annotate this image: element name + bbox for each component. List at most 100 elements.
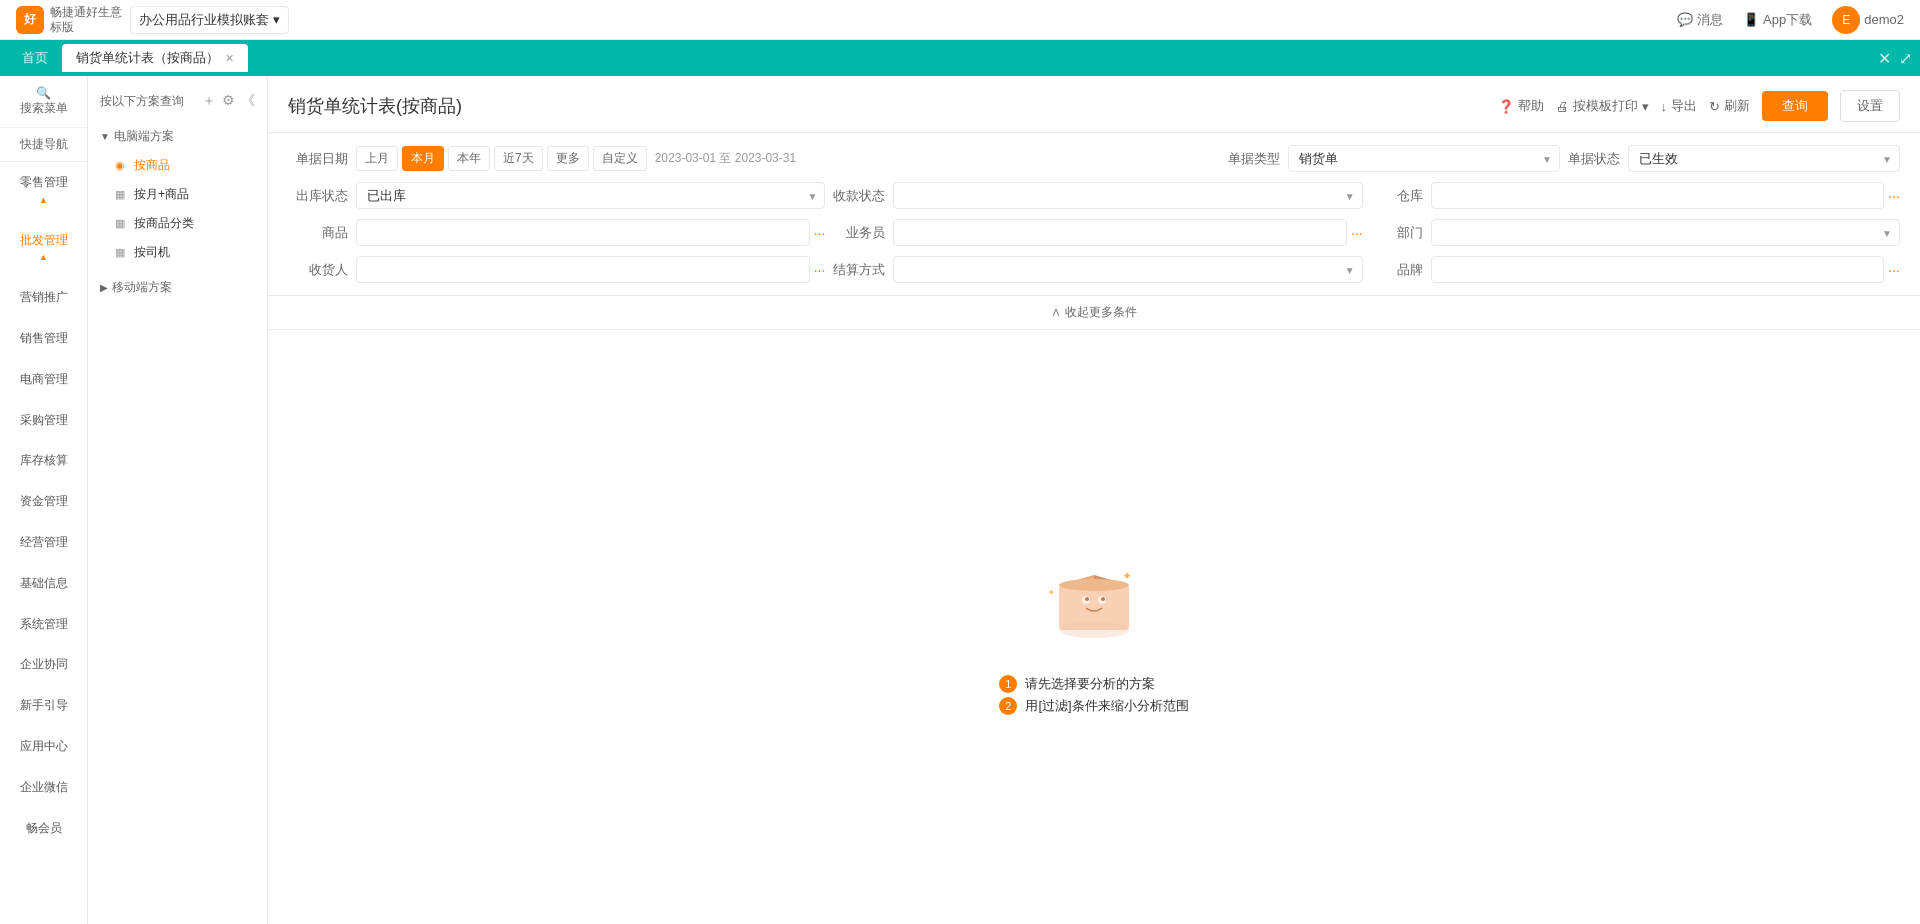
sidebar-item-wechat[interactable]: 企业微信	[0, 767, 87, 808]
panel-item-by-category[interactable]: ▦ 按商品分类	[88, 209, 267, 238]
settlement-select[interactable]	[893, 256, 1362, 283]
filter-row-2: 出库状态 已出库 收款状态 仓库	[288, 182, 1900, 209]
date-btn-last-month[interactable]: 上月	[356, 146, 398, 171]
filter-doc-type: 单据类型 销货单	[1220, 145, 1560, 172]
settings-scheme-button[interactable]: ⚙	[222, 92, 235, 110]
date-btn-more[interactable]: 更多	[547, 146, 589, 171]
print-arrow-icon: ▾	[1642, 99, 1649, 114]
export-icon: ↓	[1661, 99, 1668, 114]
sidebar-item-basic[interactable]: 基础信息	[0, 563, 87, 604]
filter-brand: 品牌 ···	[1363, 256, 1900, 283]
sidebar-item-finance[interactable]: 资金管理	[0, 481, 87, 522]
filter-out-status: 出库状态 已出库	[288, 182, 825, 209]
left-panel: 按以下方案查询 ＋ ⚙ 《 ▼ 电脑端方案 ◉ 按商品 ▦ 按月+商品 ▦ 按	[88, 76, 268, 924]
refresh-button[interactable]: ↻ 刷新	[1709, 97, 1750, 115]
sidebar-item-member[interactable]: 畅会员	[0, 808, 87, 849]
doc-type-select[interactable]: 销货单	[1288, 145, 1560, 172]
filter-payment-status: 收款状态	[825, 182, 1362, 209]
svg-text:✦: ✦	[1122, 569, 1132, 583]
empty-step-2-text: 用[过滤]条件来缩小分析范围	[1025, 697, 1188, 715]
panel-item-by-driver[interactable]: ▦ 按司机	[88, 238, 267, 267]
filter-row-3: 商品 ··· 业务员 ··· 部门	[288, 219, 1900, 246]
doc-type-wrapper: 销货单	[1288, 145, 1560, 172]
collapse-panel-button[interactable]: 《	[241, 92, 255, 110]
panel-item-by-goods[interactable]: ◉ 按商品	[88, 151, 267, 180]
sidebar-item-newuser[interactable]: 新手引导	[0, 685, 87, 726]
sidebar-item-retail[interactable]: 零售管理 ▲	[0, 162, 87, 220]
salesman-input[interactable]	[893, 219, 1347, 246]
settlement-wrapper	[893, 256, 1362, 283]
filter-goods: 商品 ···	[288, 219, 825, 246]
step-1-number: 1	[999, 675, 1017, 693]
brand-more-icon[interactable]: ···	[1888, 262, 1900, 278]
sidebar-item-system[interactable]: 系统管理	[0, 604, 87, 645]
goods-input[interactable]	[356, 219, 810, 246]
panel-item-by-month-goods[interactable]: ▦ 按月+商品	[88, 180, 267, 209]
search-icon: 🔍	[8, 86, 79, 100]
expand-icon[interactable]: ⤢	[1899, 49, 1912, 68]
chevron-down-icon: ▼	[100, 131, 110, 142]
sidebar-quick-nav[interactable]: 快捷导航	[0, 128, 87, 162]
top-bar-right: 💬 消息 📱 App下载 E demo2	[1677, 6, 1904, 34]
svg-rect-1	[1059, 585, 1129, 630]
salesman-more-icon[interactable]: ···	[1351, 225, 1363, 241]
date-btn-this-month[interactable]: 本月	[402, 146, 444, 171]
setting-button[interactable]: 设置	[1840, 90, 1900, 122]
recipient-input[interactable]	[356, 256, 810, 283]
date-btn-7days[interactable]: 近7天	[494, 146, 543, 171]
chevron-right-icon: ▶	[100, 282, 108, 293]
sidebar-item-sales[interactable]: 销售管理	[0, 318, 87, 359]
page-title: 销货单统计表(按商品)	[288, 94, 462, 118]
tab-sales-stat[interactable]: 销货单统计表（按商品） ✕	[62, 44, 248, 72]
goods-more-icon[interactable]: ···	[814, 225, 826, 241]
panel-section-desktop-title[interactable]: ▼ 电脑端方案	[88, 122, 267, 151]
sidebar-item-wholesale[interactable]: 批发管理 ▲	[0, 220, 87, 278]
refresh-icon: ↻	[1709, 99, 1720, 114]
panel-section-mobile: ▶ 移动端方案	[88, 273, 267, 302]
query-button[interactable]: 查询	[1762, 91, 1828, 121]
out-status-select[interactable]: 已出库	[356, 182, 825, 209]
panel-section-desktop: ▼ 电脑端方案 ◉ 按商品 ▦ 按月+商品 ▦ 按商品分类 ▦ 按司机	[88, 122, 267, 267]
table-icon: ▦	[112, 245, 128, 261]
user-menu[interactable]: E demo2	[1832, 6, 1904, 34]
sidebar-search[interactable]: 🔍 搜索菜单	[0, 76, 87, 128]
logo[interactable]: 好 畅捷通好生意 标版	[16, 5, 122, 34]
filter-area: 单据日期 上月 本月 本年 近7天 更多 自定义 2023-03-01 至 20…	[268, 133, 1920, 296]
tab-home[interactable]: 首页	[8, 44, 62, 72]
filter-salesman: 业务员 ···	[825, 219, 1362, 246]
workspace-selector[interactable]: 办公用品行业模拟账套 ▾	[130, 6, 289, 34]
sidebar-item-management[interactable]: 经营管理	[0, 522, 87, 563]
filter-row-4: 收货人 ··· 结算方式 品牌 ···	[288, 256, 1900, 283]
sidebar-item-ecommerce[interactable]: 电商管理	[0, 359, 87, 400]
sidebar-item-purchase[interactable]: 采购管理	[0, 400, 87, 441]
close-window-icon[interactable]: ✕	[1878, 49, 1891, 68]
empty-step-1: 1 请先选择要分析的方案	[999, 675, 1188, 693]
export-button[interactable]: ↓ 导出	[1661, 97, 1698, 115]
payment-status-select[interactable]	[893, 182, 1362, 209]
panel-section-mobile-title[interactable]: ▶ 移动端方案	[88, 273, 267, 302]
sidebar-item-inventory[interactable]: 库存核算	[0, 440, 87, 481]
doc-status-select[interactable]: 已生效	[1628, 145, 1900, 172]
warehouse-more-icon[interactable]: ···	[1888, 188, 1900, 204]
filter-doc-status: 单据状态 已生效	[1560, 145, 1900, 172]
sidebar-item-appcenter[interactable]: 应用中心	[0, 726, 87, 767]
brand-input[interactable]	[1431, 256, 1885, 283]
doc-status-wrapper: 已生效	[1628, 145, 1900, 172]
message-button[interactable]: 💬 消息	[1677, 11, 1723, 29]
collapse-bar[interactable]: ∧ 收起更多条件	[268, 296, 1920, 330]
app-download-button[interactable]: 📱 App下载	[1743, 11, 1812, 29]
tab-bar-actions: ✕ ⤢	[1878, 49, 1912, 68]
department-select[interactable]	[1431, 219, 1900, 246]
tab-close-icon[interactable]: ✕	[225, 52, 234, 65]
chevron-down-icon: ▾	[273, 12, 280, 27]
print-button[interactable]: 🖨 按模板打印 ▾	[1556, 97, 1649, 115]
add-scheme-button[interactable]: ＋	[202, 92, 216, 110]
recipient-more-icon[interactable]: ···	[814, 262, 826, 278]
help-button[interactable]: ❓ 帮助	[1498, 97, 1544, 115]
sidebar-item-marketing[interactable]: 营销推广	[0, 277, 87, 318]
sidebar-item-collab[interactable]: 企业协同	[0, 644, 87, 685]
warehouse-input[interactable]	[1431, 182, 1885, 209]
date-btn-this-year[interactable]: 本年	[448, 146, 490, 171]
sidebar-menu: 零售管理 ▲ 批发管理 ▲ 营销推广 销售管理 电商管理 采购管理 库存核算	[0, 162, 87, 924]
date-btn-custom[interactable]: 自定义	[593, 146, 647, 171]
